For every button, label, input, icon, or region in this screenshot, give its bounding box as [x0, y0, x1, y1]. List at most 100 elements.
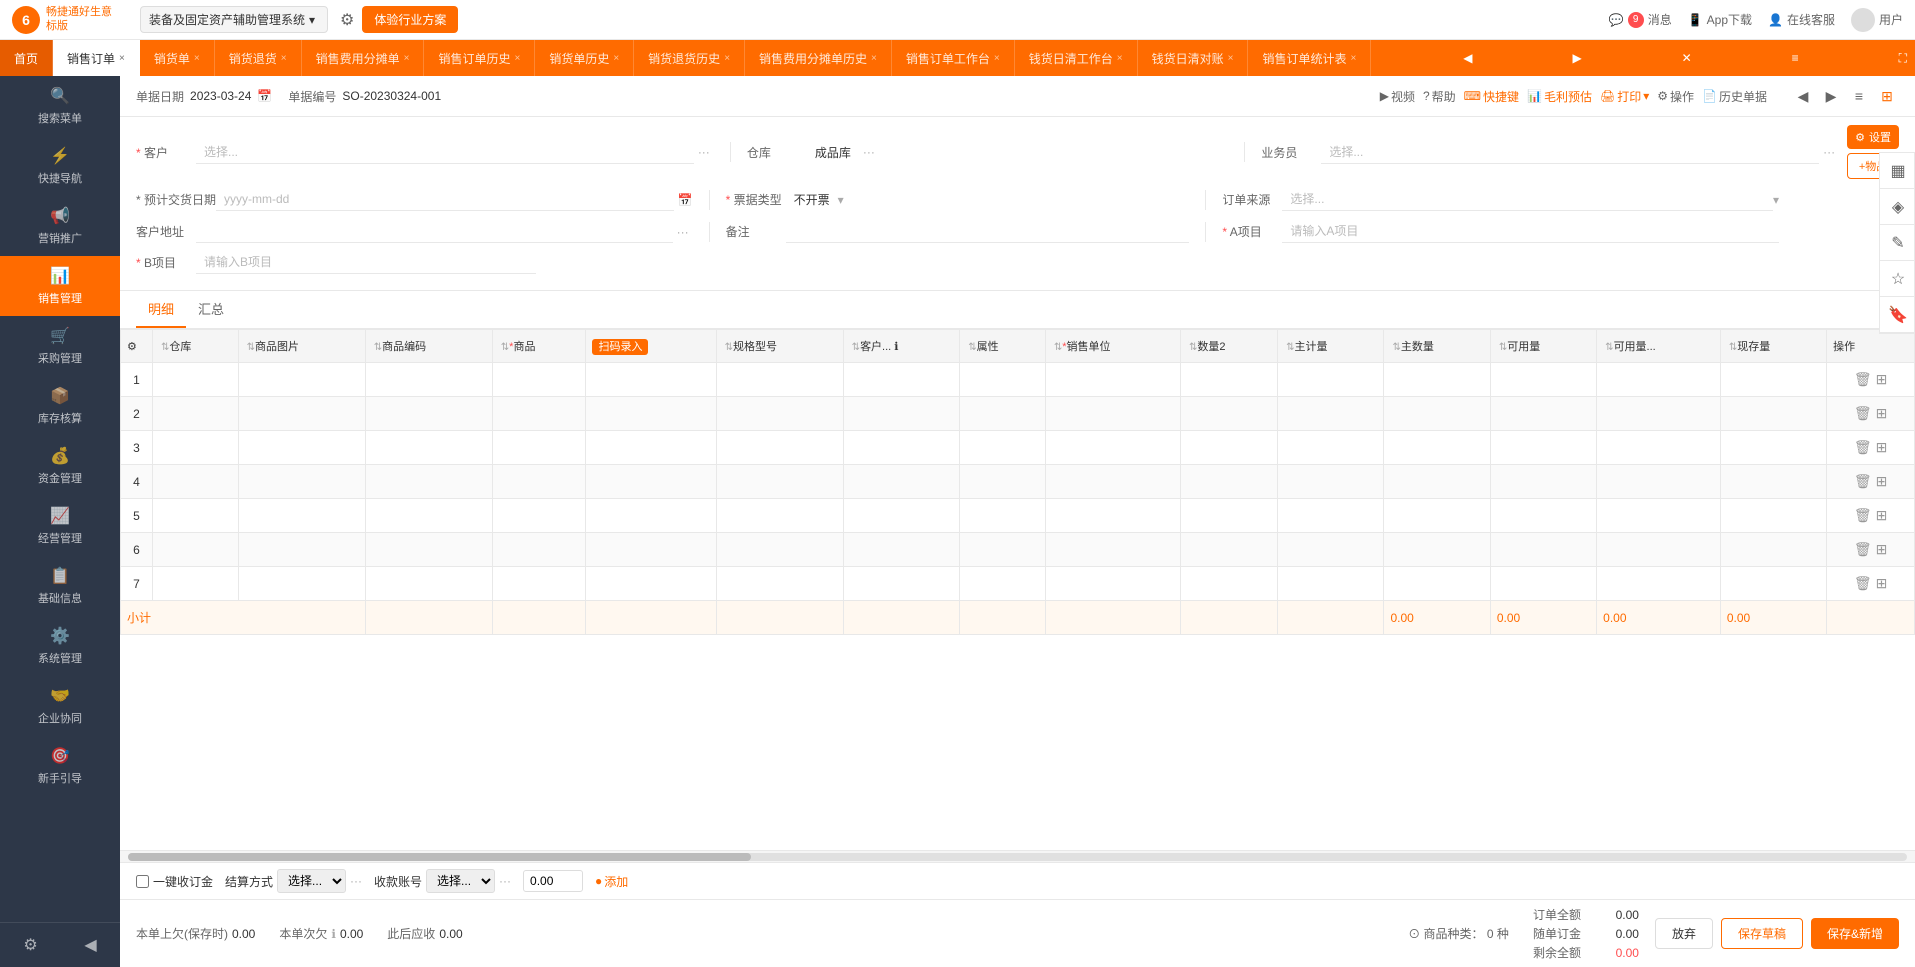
help-action[interactable]: ? 帮助	[1423, 88, 1456, 105]
row-code[interactable]	[365, 567, 492, 601]
tab-next[interactable]: ▶	[1564, 40, 1589, 76]
float-grid-btn[interactable]: ▦	[1880, 153, 1915, 189]
close-icon[interactable]: ×	[194, 53, 200, 64]
row-warehouse[interactable]	[153, 397, 239, 431]
online-service-btn[interactable]: 👤 在线客服	[1768, 11, 1835, 28]
row-customer-code[interactable]	[843, 431, 960, 465]
row-qty2[interactable]	[1180, 533, 1277, 567]
app-download-btn[interactable]: 📱 App下载	[1688, 11, 1752, 28]
row-spec[interactable]	[716, 465, 843, 499]
row-unit[interactable]	[1045, 397, 1180, 431]
operation-action[interactable]: ⚙ 操作	[1657, 88, 1694, 105]
warehouse-more-icon[interactable]: ···	[859, 145, 879, 159]
sidebar-item-guide[interactable]: 🎯 新手引导	[0, 736, 120, 796]
staff-input[interactable]	[1321, 141, 1819, 164]
tab-summary[interactable]: 汇总	[186, 291, 236, 328]
row-qty2[interactable]	[1180, 465, 1277, 499]
payment-more-icon[interactable]: ···	[350, 874, 362, 888]
tab-sales-workbench[interactable]: 销售订单工作台 ×	[892, 40, 1015, 76]
tab-sales-slip-history[interactable]: 销货单历史 ×	[535, 40, 634, 76]
delete-row-btn[interactable]: 🗑	[1854, 405, 1872, 422]
tab-expand[interactable]: ⛶	[1891, 40, 1915, 76]
account-select[interactable]: 选择...	[426, 869, 495, 893]
delete-row-btn[interactable]: 🗑	[1854, 507, 1872, 524]
sidebar-item-sales[interactable]: 📊 销售管理	[0, 256, 120, 316]
account-more-icon[interactable]: ···	[499, 874, 511, 888]
address-input[interactable]	[196, 220, 673, 243]
next-record-btn[interactable]: ▶	[1819, 84, 1843, 108]
tab-home[interactable]: 首页	[0, 40, 53, 76]
row-code[interactable]	[365, 499, 492, 533]
settings-btn[interactable]: ⚙设置	[1847, 125, 1899, 149]
one-click-check[interactable]	[136, 875, 149, 888]
close-icon[interactable]: ×	[119, 53, 125, 64]
row-customer-code[interactable]	[843, 499, 960, 533]
staff-more-icon[interactable]: ···	[1819, 145, 1839, 159]
row-customer-code[interactable]	[843, 533, 960, 567]
float-edit-btn[interactable]: ✎	[1880, 225, 1915, 261]
close-icon[interactable]: ×	[404, 53, 410, 64]
row-unit[interactable]	[1045, 363, 1180, 397]
row-spec[interactable]	[716, 397, 843, 431]
row-attr[interactable]	[960, 533, 1046, 567]
settings-bottom-icon[interactable]: ⚙	[19, 931, 41, 959]
row-unit[interactable]	[1045, 499, 1180, 533]
float-star-btn[interactable]: ☆	[1880, 261, 1915, 297]
float-bookmark-btn[interactable]: 🔖	[1880, 297, 1915, 333]
history-action[interactable]: 📄 历史单据	[1702, 88, 1767, 105]
row-unit[interactable]	[1045, 567, 1180, 601]
sidebar-item-search[interactable]: 🔍 搜索菜单	[0, 76, 120, 136]
sidebar-item-purchase[interactable]: 🛒 采购管理	[0, 316, 120, 376]
sidebar-item-enterprise[interactable]: 🤝 企业协同	[0, 676, 120, 736]
sidebar-item-finance[interactable]: 💰 资金管理	[0, 436, 120, 496]
copy-row-btn[interactable]: ⊞	[1876, 575, 1888, 592]
row-warehouse[interactable]	[153, 533, 239, 567]
tab-cash-reconcile[interactable]: 钱货日清对账 ×	[1138, 40, 1249, 76]
row-qty2[interactable]	[1180, 363, 1277, 397]
copy-row-btn[interactable]: ⊞	[1876, 541, 1888, 558]
row-spec[interactable]	[716, 499, 843, 533]
print-action[interactable]: 🖨 打印 ▾	[1600, 88, 1649, 105]
delete-row-btn[interactable]: 🗑	[1854, 575, 1872, 592]
row-unit[interactable]	[1045, 431, 1180, 465]
order-source-input[interactable]	[1282, 188, 1773, 211]
close-icon[interactable]: ×	[994, 53, 1000, 64]
add-btn[interactable]: ● 添加	[595, 873, 628, 890]
discard-btn[interactable]: 放弃	[1655, 918, 1713, 949]
close-icon[interactable]: ×	[724, 53, 730, 64]
dropdown-arrow-icon[interactable]: ▾	[838, 193, 844, 207]
close-icon[interactable]: ×	[514, 53, 520, 64]
amount-input[interactable]	[523, 870, 583, 892]
row-attr[interactable]	[960, 363, 1046, 397]
order-source-dropdown-icon[interactable]: ▾	[1773, 193, 1779, 207]
delete-row-btn[interactable]: 🗑	[1854, 541, 1872, 558]
prev-record-btn[interactable]: ◀	[1791, 84, 1815, 108]
close-icon[interactable]: ×	[281, 53, 287, 64]
messages-btn[interactable]: 💬 9 消息	[1609, 11, 1672, 28]
row-goods[interactable]	[492, 465, 586, 499]
tab-cash-daily[interactable]: 钱货日清工作台 ×	[1015, 40, 1138, 76]
delete-row-btn[interactable]: 🗑	[1854, 371, 1872, 388]
tab-sales-fee[interactable]: 销售费用分摊单 ×	[302, 40, 425, 76]
a-project-input[interactable]	[1282, 220, 1779, 243]
row-attr[interactable]	[960, 567, 1046, 601]
row-code[interactable]	[365, 363, 492, 397]
save-draft-btn[interactable]: 保存草稿	[1721, 918, 1803, 949]
customer-input[interactable]	[196, 141, 694, 164]
sidebar-item-system[interactable]: ⚙️ 系统管理	[0, 616, 120, 676]
close-icon[interactable]: ×	[1228, 53, 1234, 64]
row-warehouse[interactable]	[153, 465, 239, 499]
sidebar-item-marketing[interactable]: 📢 营销推广	[0, 196, 120, 256]
row-goods[interactable]	[492, 499, 586, 533]
close-icon[interactable]: ×	[1117, 53, 1123, 64]
scroll-bar[interactable]	[120, 850, 1915, 862]
close-icon[interactable]: ×	[871, 53, 877, 64]
system-selector[interactable]: 装备及固定资产辅助管理系统 ▾	[140, 6, 328, 33]
row-warehouse[interactable]	[153, 431, 239, 465]
tab-sales-order[interactable]: 销售订单 ×	[53, 40, 140, 76]
calendar-icon[interactable]: 📅	[257, 89, 272, 103]
sidebar-item-nav[interactable]: ⚡ 快捷导航	[0, 136, 120, 196]
copy-row-btn[interactable]: ⊞	[1876, 507, 1888, 524]
tab-sales-order-history[interactable]: 销售订单历史 ×	[424, 40, 535, 76]
row-unit[interactable]	[1045, 465, 1180, 499]
